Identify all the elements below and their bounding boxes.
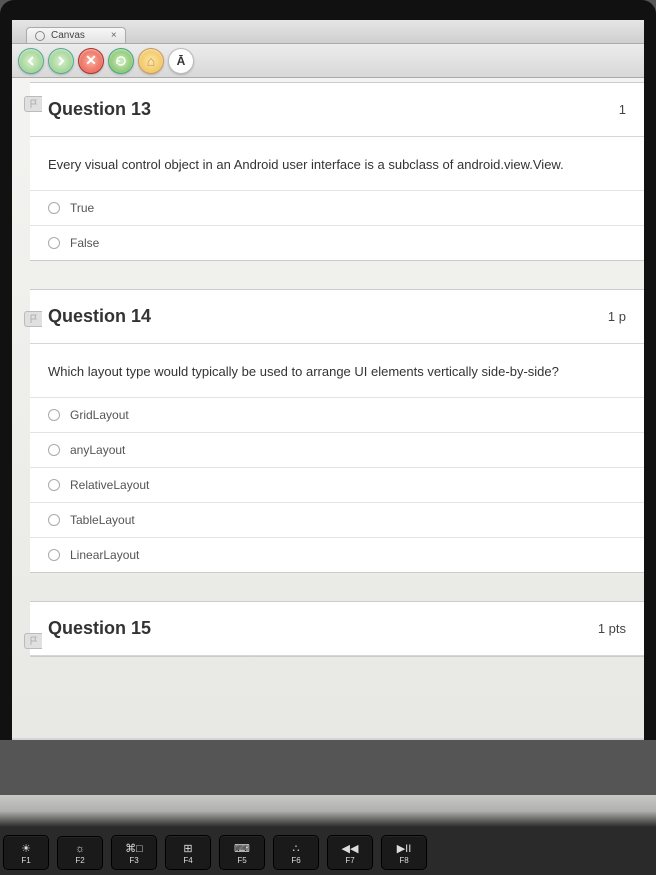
play-pause-icon: ▶II (397, 842, 412, 855)
keyboard-light-up-icon: ∴ (293, 842, 300, 855)
question-card: Question 13 1 Every visual control objec… (30, 82, 644, 261)
option-label: TableLayout (70, 513, 135, 527)
key-f3: ⌘□ F3 (112, 836, 156, 869)
question-header: Question 15 1 pts (30, 602, 644, 656)
flag-toggle-q13[interactable] (24, 96, 42, 112)
brightness-down-icon: ☀ (21, 842, 31, 855)
question-card: Question 14 1 p Which layout type would … (30, 289, 644, 573)
key-f5: ⌨ F5 (220, 836, 264, 869)
key-f7: ◀◀ F7 (328, 836, 372, 869)
radio-icon[interactable] (48, 202, 60, 214)
question-title: Question 15 (48, 618, 151, 639)
home-button[interactable]: ⌂ (138, 48, 164, 74)
home-icon: ⌂ (147, 53, 155, 69)
key-f2: ☼ F2 (58, 837, 102, 869)
flag-icon (29, 99, 39, 109)
tab-title: Canvas (51, 30, 85, 41)
answer-option[interactable]: RelativeLayout (30, 467, 644, 502)
option-label: GridLayout (70, 408, 129, 422)
text-size-label: Ā (177, 54, 186, 68)
answer-option[interactable]: TableLayout (30, 502, 644, 537)
browser-toolbar: ✕ ⌂ Ā (12, 44, 644, 78)
key-label: F7 (345, 856, 354, 865)
question-prompt: Which layout type would typically be use… (30, 358, 644, 397)
reload-button[interactable] (108, 48, 134, 74)
brightness-up-icon: ☼ (75, 843, 85, 855)
radio-icon[interactable] (48, 237, 60, 249)
radio-icon[interactable] (48, 444, 60, 456)
answer-option[interactable]: True (30, 190, 644, 225)
stop-button[interactable]: ✕ (78, 48, 104, 74)
mission-control-icon: ⌘□ (125, 842, 143, 855)
key-label: F1 (21, 856, 30, 865)
key-label: F8 (399, 856, 408, 865)
question-title: Question 14 (48, 306, 151, 327)
key-f4: ⊞ F4 (166, 836, 210, 869)
rewind-icon: ◀◀ (342, 842, 359, 855)
question-header: Question 13 1 (30, 83, 644, 137)
question-points: 1 p (608, 309, 626, 324)
close-tab-icon[interactable]: × (111, 30, 117, 41)
text-size-indicator[interactable]: Ā (168, 48, 194, 74)
question-title: Question 13 (48, 99, 151, 120)
answer-option[interactable]: GridLayout (30, 397, 644, 432)
quiz-content: Question 13 1 Every visual control objec… (12, 78, 644, 738)
physical-keyboard: ☀ F1 ☼ F2 ⌘□ F3 ⊞ F4 ⌨ F5 ∴ F6 ◀◀ F7 ▶II… (0, 795, 656, 875)
key-label: F4 (183, 856, 192, 865)
flag-toggle-q15[interactable] (24, 633, 42, 649)
key-label: F5 (237, 856, 246, 865)
forward-icon (55, 55, 67, 67)
key-label: F3 (129, 856, 138, 865)
radio-icon[interactable] (48, 409, 60, 421)
answer-option[interactable]: anyLayout (30, 432, 644, 467)
answer-option[interactable]: False (30, 225, 644, 260)
option-label: False (70, 236, 99, 250)
key-f8: ▶II F8 (382, 836, 426, 869)
question-card: Question 15 1 pts (30, 601, 644, 657)
forward-button[interactable] (48, 48, 74, 74)
back-icon (25, 55, 37, 67)
back-button[interactable] (18, 48, 44, 74)
radio-icon[interactable] (48, 479, 60, 491)
key-f1: ☀ F1 (4, 836, 48, 869)
keyboard-light-down-icon: ⌨ (234, 842, 250, 855)
question-prompt: Every visual control object in an Androi… (30, 151, 644, 190)
key-label: F2 (75, 856, 84, 865)
browser-tabbar: Canvas × (12, 20, 644, 44)
launchpad-icon: ⊞ (183, 842, 192, 855)
globe-icon (35, 31, 45, 41)
option-label: RelativeLayout (70, 478, 149, 492)
browser-tab-canvas[interactable]: Canvas × (26, 27, 126, 43)
stop-icon: ✕ (85, 52, 97, 69)
question-header: Question 14 1 p (30, 290, 644, 344)
answer-option[interactable]: LinearLayout (30, 537, 644, 572)
radio-icon[interactable] (48, 549, 60, 561)
flag-toggle-q14[interactable] (24, 311, 42, 327)
option-label: LinearLayout (70, 548, 139, 562)
flag-icon (29, 314, 39, 324)
reload-icon (114, 54, 128, 68)
radio-icon[interactable] (48, 514, 60, 526)
key-f6: ∴ F6 (274, 836, 318, 869)
question-points: 1 pts (598, 621, 626, 636)
option-label: True (70, 201, 94, 215)
option-label: anyLayout (70, 443, 125, 457)
question-points: 1 (619, 102, 626, 117)
flag-icon (29, 636, 39, 646)
key-label: F6 (291, 856, 300, 865)
